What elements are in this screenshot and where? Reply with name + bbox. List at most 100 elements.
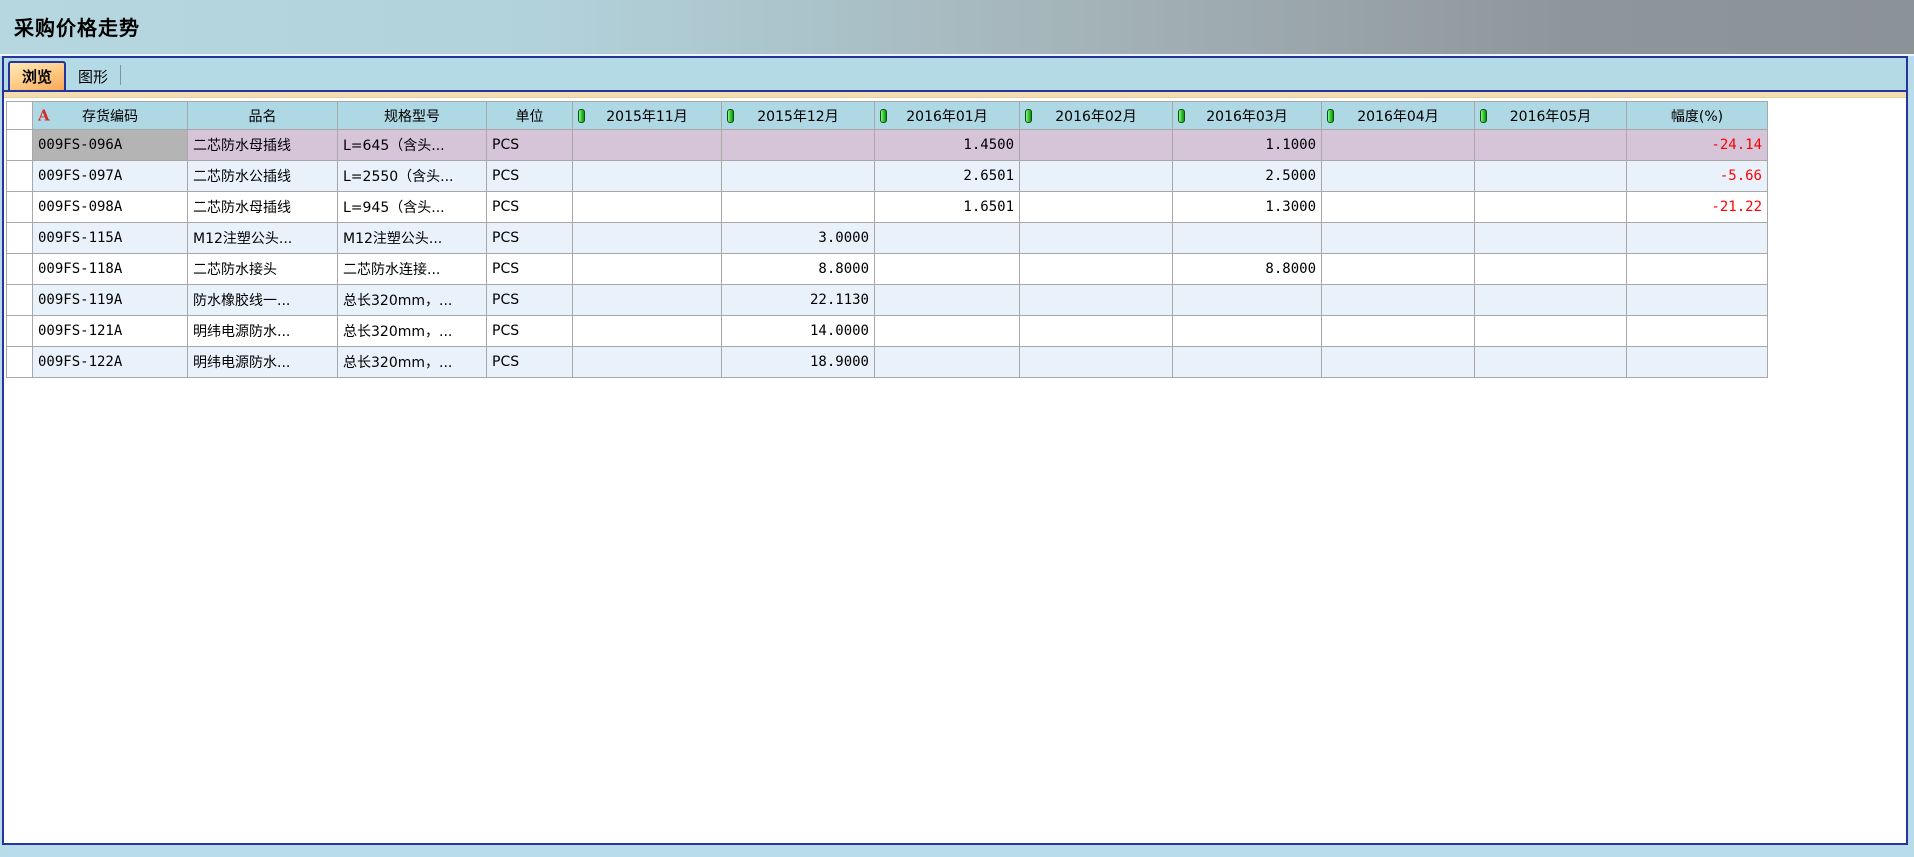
month-price-cell[interactable]: 2.6501: [875, 161, 1020, 192]
product-name-cell[interactable]: M12注塑公头...: [188, 223, 338, 254]
month-price-cell[interactable]: [1020, 347, 1173, 378]
month-price-cell[interactable]: [875, 223, 1020, 254]
month-price-cell[interactable]: [1173, 285, 1322, 316]
month-price-cell[interactable]: [875, 316, 1020, 347]
month-price-cell[interactable]: [573, 285, 722, 316]
table-row[interactable]: 009FS-122A明纬电源防水...总长320mm，...PCS 18.9000: [7, 347, 1768, 378]
spec-model-cell[interactable]: L=645（含头...: [338, 130, 487, 161]
month-price-cell[interactable]: 8.8000: [722, 254, 875, 285]
month-price-cell[interactable]: [1475, 192, 1627, 223]
month-price-cell[interactable]: [1475, 347, 1627, 378]
unit-cell[interactable]: PCS: [487, 130, 573, 161]
product-name-cell[interactable]: 明纬电源防水...: [188, 316, 338, 347]
row-indicator-cell[interactable]: [7, 285, 33, 316]
spec-model-cell[interactable]: 总长320mm，...: [338, 347, 487, 378]
table-row[interactable]: 009FS-096A二芯防水母插线L=645（含头...PCS 1.4500 1.1…: [7, 130, 1768, 161]
month-price-cell[interactable]: [1322, 161, 1475, 192]
inventory-code-cell[interactable]: 009FS-118A: [33, 254, 188, 285]
inventory-code-cell[interactable]: 009FS-096A: [33, 130, 188, 161]
unit-cell[interactable]: PCS: [487, 161, 573, 192]
product-name-cell[interactable]: 防水橡胶线一...: [188, 285, 338, 316]
product-name-cell[interactable]: 二芯防水母插线: [188, 130, 338, 161]
tab-graph[interactable]: 图形: [70, 63, 116, 89]
column-header[interactable]: 2016年05月: [1475, 102, 1627, 130]
unit-cell[interactable]: PCS: [487, 285, 573, 316]
month-price-cell[interactable]: [1322, 347, 1475, 378]
inventory-code-cell[interactable]: 009FS-097A: [33, 161, 188, 192]
month-price-cell[interactable]: [573, 161, 722, 192]
row-indicator-cell[interactable]: [7, 347, 33, 378]
month-price-cell[interactable]: [1020, 130, 1173, 161]
month-price-cell[interactable]: [1020, 192, 1173, 223]
tab-browse[interactable]: 浏览: [8, 61, 66, 90]
month-price-cell[interactable]: [1322, 130, 1475, 161]
table-row[interactable]: 009FS-118A二芯防水接头二芯防水连接...PCS 8.8000 8.8000: [7, 254, 1768, 285]
product-name-cell[interactable]: 二芯防水公插线: [188, 161, 338, 192]
month-price-cell[interactable]: [1475, 223, 1627, 254]
month-price-cell[interactable]: 1.4500: [875, 130, 1020, 161]
month-price-cell[interactable]: [1020, 161, 1173, 192]
month-price-cell[interactable]: [875, 347, 1020, 378]
month-price-cell[interactable]: [1020, 223, 1173, 254]
product-name-cell[interactable]: 二芯防水母插线: [188, 192, 338, 223]
table-row[interactable]: 009FS-121A明纬电源防水...总长320mm，...PCS14.0000: [7, 316, 1768, 347]
month-price-cell[interactable]: [1020, 285, 1173, 316]
unit-cell[interactable]: PCS: [487, 316, 573, 347]
spec-model-cell[interactable]: 总长320mm，...: [338, 285, 487, 316]
month-price-cell[interactable]: [573, 254, 722, 285]
month-price-cell[interactable]: [573, 223, 722, 254]
month-price-cell[interactable]: 3.0000: [722, 223, 875, 254]
range-percent-cell[interactable]: [1627, 316, 1768, 347]
month-price-cell[interactable]: 1.6501: [875, 192, 1020, 223]
month-price-cell[interactable]: 2.5000: [1173, 161, 1322, 192]
spec-model-cell[interactable]: L=2550（含头...: [338, 161, 487, 192]
range-percent-cell[interactable]: -21.22: [1627, 192, 1768, 223]
range-percent-cell[interactable]: [1627, 347, 1768, 378]
month-price-cell[interactable]: [722, 161, 875, 192]
row-indicator-cell[interactable]: [7, 161, 33, 192]
spec-model-cell[interactable]: 总长320mm，...: [338, 316, 487, 347]
table-row[interactable]: 009FS-119A防水橡胶线一...总长320mm，...PCS22.1130: [7, 285, 1768, 316]
range-percent-cell[interactable]: [1627, 254, 1768, 285]
spec-model-cell[interactable]: M12注塑公头...: [338, 223, 487, 254]
month-price-cell[interactable]: [1020, 254, 1173, 285]
month-price-cell[interactable]: [1475, 161, 1627, 192]
row-indicator-cell[interactable]: [7, 316, 33, 347]
month-price-cell[interactable]: [573, 316, 722, 347]
month-price-cell[interactable]: [573, 130, 722, 161]
row-indicator-cell[interactable]: [7, 192, 33, 223]
spec-model-cell[interactable]: 二芯防水连接...: [338, 254, 487, 285]
range-percent-cell[interactable]: -5.66: [1627, 161, 1768, 192]
inventory-code-cell[interactable]: 009FS-119A: [33, 285, 188, 316]
month-price-cell[interactable]: [573, 347, 722, 378]
month-price-cell[interactable]: [1322, 316, 1475, 347]
month-price-cell[interactable]: [1322, 285, 1475, 316]
row-indicator-cell[interactable]: [7, 130, 33, 161]
month-price-cell[interactable]: 18.9000: [722, 347, 875, 378]
unit-cell[interactable]: PCS: [487, 347, 573, 378]
column-header[interactable]: 存货编码: [33, 102, 188, 130]
unit-cell[interactable]: PCS: [487, 223, 573, 254]
inventory-code-cell[interactable]: 009FS-098A: [33, 192, 188, 223]
month-price-cell[interactable]: 1.1000: [1173, 130, 1322, 161]
product-name-cell[interactable]: 明纬电源防水...: [188, 347, 338, 378]
month-price-cell[interactable]: [1322, 192, 1475, 223]
month-price-cell[interactable]: [1322, 254, 1475, 285]
month-price-cell[interactable]: [1475, 130, 1627, 161]
column-header[interactable]: 幅度(%): [1627, 102, 1768, 130]
month-price-cell[interactable]: [722, 130, 875, 161]
inventory-code-cell[interactable]: 009FS-122A: [33, 347, 188, 378]
spec-model-cell[interactable]: L=945（含头...: [338, 192, 487, 223]
month-price-cell[interactable]: [1173, 316, 1322, 347]
column-header[interactable]: 2016年02月: [1020, 102, 1173, 130]
row-indicator-cell[interactable]: [7, 223, 33, 254]
month-price-cell[interactable]: [1322, 223, 1475, 254]
column-header[interactable]: 2016年03月: [1173, 102, 1322, 130]
column-header[interactable]: 2016年04月: [1322, 102, 1475, 130]
product-name-cell[interactable]: 二芯防水接头: [188, 254, 338, 285]
range-percent-cell[interactable]: -24.14: [1627, 130, 1768, 161]
unit-cell[interactable]: PCS: [487, 192, 573, 223]
unit-cell[interactable]: PCS: [487, 254, 573, 285]
month-price-cell[interactable]: [1475, 254, 1627, 285]
month-price-cell[interactable]: 8.8000: [1173, 254, 1322, 285]
